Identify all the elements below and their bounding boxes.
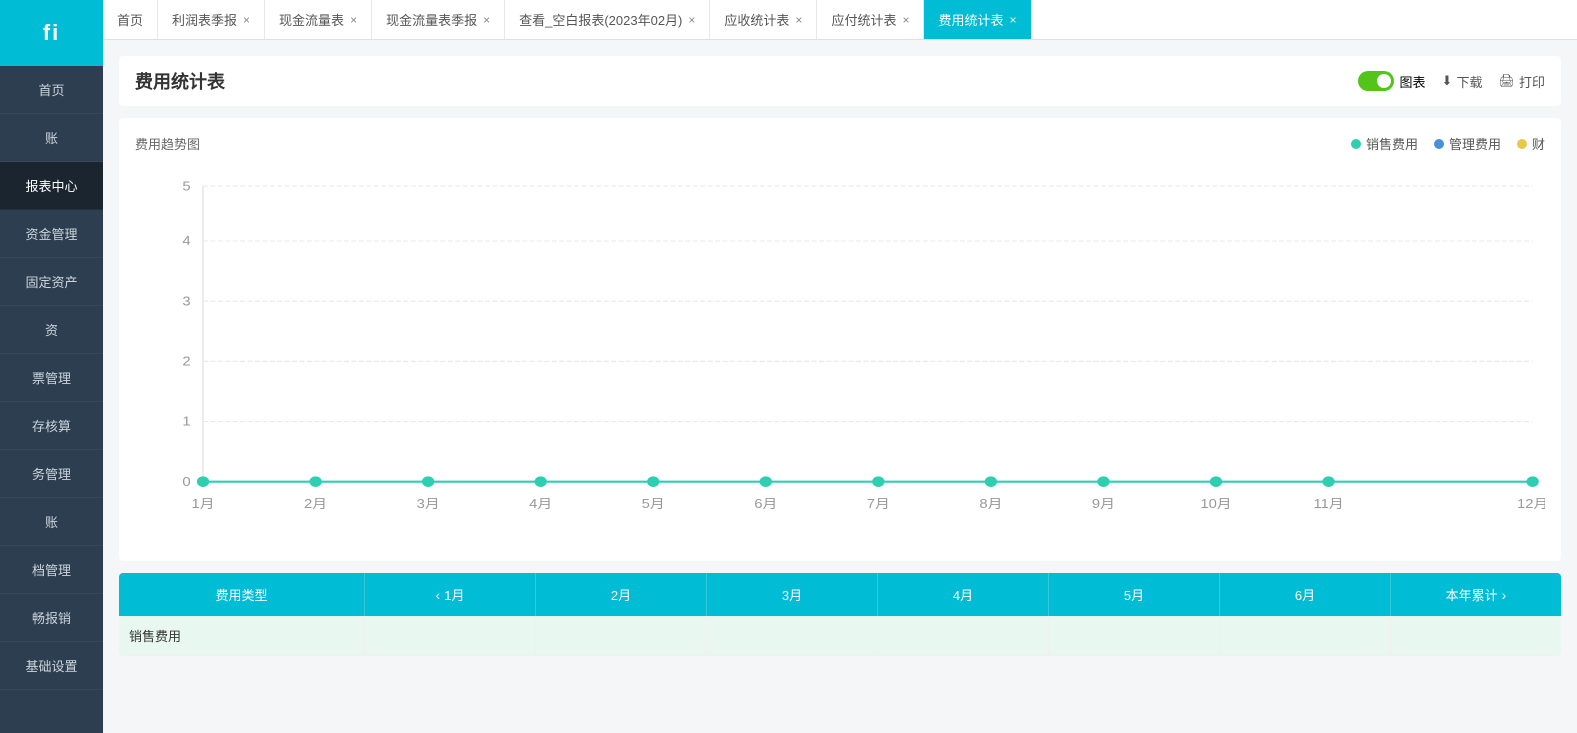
sidebar-item-cashier[interactable]: 资金管理 <box>0 210 103 258</box>
page-header: 费用统计表 图表 ⬇ 下载 🖨 打印 <box>119 56 1561 106</box>
svg-text:8月: 8月 <box>979 497 1002 511</box>
sidebar-item-sub-ledger[interactable]: 账 <box>0 498 103 546</box>
sidebar-item-salary[interactable]: 资 <box>0 306 103 354</box>
download-button[interactable]: ⬇ 下载 <box>1442 72 1483 91</box>
close-icon[interactable]: × <box>483 13 490 27</box>
th-expense-type: 费用类型 <box>119 573 365 616</box>
chart-container: 0 1 2 3 4 5 <box>135 165 1545 545</box>
sidebar-item-home[interactable]: 首页 <box>0 66 103 114</box>
download-icon: ⬇ <box>1442 73 1453 89</box>
chart-toggle[interactable] <box>1358 71 1394 91</box>
td-type-sales: 销售费用 <box>119 616 365 655</box>
content-area: 费用统计表 图表 ⬇ 下载 🖨 打印 费用趋势图 <box>103 40 1577 733</box>
tab-expense[interactable]: 费用统计表 × <box>924 0 1031 40</box>
sidebar-item-invoice[interactable]: 票管理 <box>0 354 103 402</box>
svg-text:7月: 7月 <box>867 497 890 511</box>
table-row-sales: 销售费用 <box>119 616 1561 656</box>
table-section: 费用类型 ‹ 1月 2月 3月 4月 5月 6月 本年累计 › 销售费用 <box>119 573 1561 656</box>
th-3: 3月 <box>707 573 878 616</box>
sidebar-item-settings[interactable]: 基础设置 <box>0 642 103 690</box>
sidebar-item-cancel[interactable]: 畅报销 <box>0 594 103 642</box>
svg-text:11月: 11月 <box>1313 497 1343 511</box>
tab-bar: 首页 利润表季报 × 现金流量表 × 现金流量表季报 × 查看_空白报表(202… <box>103 0 1577 40</box>
prev-arrow[interactable]: ‹ <box>436 587 441 603</box>
svg-text:6月: 6月 <box>754 497 777 511</box>
line-chart-svg: 0 1 2 3 4 5 <box>135 165 1545 545</box>
svg-text:4: 4 <box>182 234 191 248</box>
td-sales-may <box>1049 616 1220 655</box>
close-icon[interactable]: × <box>688 13 695 27</box>
chart-section: 费用趋势图 销售费用 管理费用 财 <box>119 118 1561 561</box>
th-2: 2月 <box>536 573 707 616</box>
sidebar-item-fixed-assets[interactable]: 固定资产 <box>0 258 103 306</box>
chart-title: 费用趋势图 <box>135 134 200 153</box>
header-actions: 图表 ⬇ 下载 🖨 打印 <box>1358 71 1545 91</box>
print-button[interactable]: 🖨 打印 <box>1498 72 1545 91</box>
svg-text:3: 3 <box>182 294 191 308</box>
chart-toggle-wrap[interactable]: 图表 <box>1358 71 1426 91</box>
svg-text:5: 5 <box>182 179 191 193</box>
main-area: 首页 利润表季报 × 现金流量表 × 现金流量表季报 × 查看_空白报表(202… <box>103 0 1577 733</box>
legend-label-finance: 财 <box>1532 134 1545 153</box>
legend-finance: 财 <box>1517 134 1545 153</box>
next-arrow[interactable]: › <box>1502 587 1507 603</box>
td-sales-feb <box>536 616 707 655</box>
tab-cash-flow-quarter[interactable]: 现金流量表季报 × <box>372 0 505 40</box>
chart-header: 费用趋势图 销售费用 管理费用 财 <box>135 134 1545 153</box>
tab-blank-report[interactable]: 查看_空白报表(2023年02月) × <box>505 0 710 40</box>
table-header-row: 费用类型 ‹ 1月 2月 3月 4月 5月 6月 本年累计 › <box>119 573 1561 616</box>
sidebar: fi 首页 账 报表中心 资金管理 固定资产 资 票管理 存核算 务管理 账 档… <box>0 0 103 733</box>
sidebar-item-inventory[interactable]: 存核算 <box>0 402 103 450</box>
svg-text:1: 1 <box>182 415 190 429</box>
app-logo: fi <box>0 0 103 66</box>
chart-legend: 销售费用 管理费用 财 <box>1351 134 1545 153</box>
legend-label-sales: 销售费用 <box>1366 134 1418 153</box>
svg-text:10月: 10月 <box>1200 497 1231 511</box>
page-title: 费用统计表 <box>135 68 225 94</box>
th-6: 6月 <box>1220 573 1391 616</box>
td-sales-apr <box>878 616 1049 655</box>
sidebar-item-service[interactable]: 务管理 <box>0 450 103 498</box>
tab-receivable[interactable]: 应收统计表 × <box>710 0 817 40</box>
download-label: 下载 <box>1456 72 1482 91</box>
svg-text:4月: 4月 <box>529 497 552 511</box>
tab-profit-quarter[interactable]: 利润表季报 × <box>158 0 265 40</box>
td-sales-jun <box>1220 616 1391 655</box>
tab-payable[interactable]: 应付统计表 × <box>817 0 924 40</box>
svg-text:0: 0 <box>182 475 191 489</box>
legend-sales: 销售费用 <box>1351 134 1418 153</box>
chart-toggle-label: 图表 <box>1400 72 1426 91</box>
th-4: 4月 <box>878 573 1049 616</box>
print-label: 打印 <box>1519 72 1545 91</box>
svg-text:3月: 3月 <box>417 497 440 511</box>
svg-text:1月: 1月 <box>191 497 214 511</box>
tab-home[interactable]: 首页 <box>103 0 158 40</box>
close-icon[interactable]: × <box>243 13 250 27</box>
legend-admin: 管理费用 <box>1434 134 1501 153</box>
td-sales-ytd <box>1391 616 1561 655</box>
legend-dot-sales <box>1351 139 1361 149</box>
legend-label-admin: 管理费用 <box>1449 134 1501 153</box>
svg-text:12月: 12月 <box>1517 497 1545 511</box>
svg-text:2: 2 <box>182 355 190 369</box>
th-5: 5月 <box>1049 573 1220 616</box>
close-icon[interactable]: × <box>1009 13 1016 27</box>
svg-text:5月: 5月 <box>642 497 665 511</box>
close-icon[interactable]: × <box>902 13 909 27</box>
tab-cash-flow[interactable]: 现金流量表 × <box>265 0 372 40</box>
close-icon[interactable]: × <box>350 13 357 27</box>
td-sales-mar <box>707 616 878 655</box>
sidebar-item-file[interactable]: 档管理 <box>0 546 103 594</box>
th-ytd: 本年累计 › <box>1391 573 1561 616</box>
svg-text:2月: 2月 <box>304 497 327 511</box>
close-icon[interactable]: × <box>795 13 802 27</box>
td-sales-jan <box>365 616 536 655</box>
legend-dot-admin <box>1434 139 1444 149</box>
sidebar-item-reports[interactable]: 报表中心 <box>0 162 103 210</box>
sidebar-item-ledger[interactable]: 账 <box>0 114 103 162</box>
th-1: ‹ 1月 <box>365 573 536 616</box>
svg-text:9月: 9月 <box>1092 497 1115 511</box>
print-icon: 🖨 <box>1498 73 1515 89</box>
legend-dot-finance <box>1517 139 1527 149</box>
